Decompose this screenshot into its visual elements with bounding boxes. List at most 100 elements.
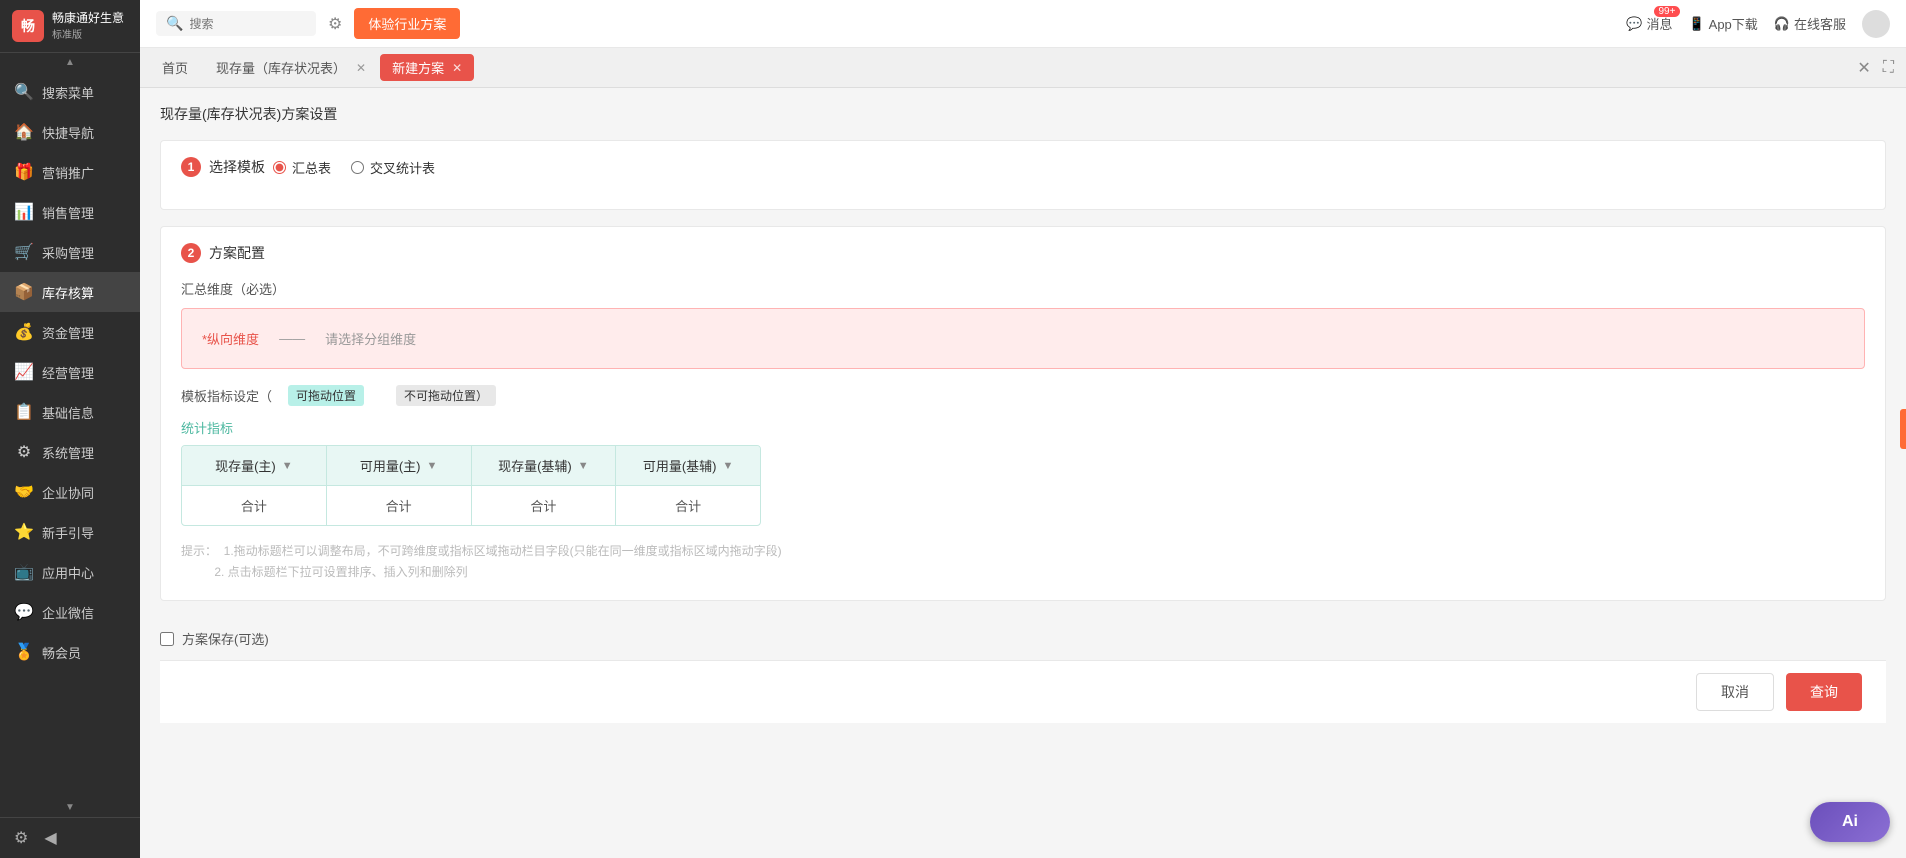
- headset-icon: 🎧: [1774, 16, 1790, 32]
- tab-inventory-status[interactable]: 现存量（库存状况表） ✕: [202, 50, 380, 85]
- sidebar-item-label: 搜索菜单: [42, 83, 94, 102]
- resize-handle[interactable]: [1900, 409, 1906, 449]
- radio-cross-label: 交叉统计表: [370, 158, 435, 177]
- section-template: 1 选择模板 汇总表 交叉统计表: [160, 140, 1886, 210]
- topbar-right: 💬 消息 99+ 📱 App下载 🎧 在线客服: [1626, 10, 1890, 38]
- sidebar-item-label: 企业协同: [42, 483, 94, 502]
- topbar-message-button[interactable]: 💬 消息 99+: [1626, 14, 1672, 33]
- gift-icon: 🎁: [14, 162, 34, 182]
- stats-col-3[interactable]: 可用量(基辅) ▼: [616, 446, 760, 485]
- section-config: 2 方案配置 汇总维度（必选） *纵向维度 —— 请选择分组维度 模板指标设定（…: [160, 226, 1886, 601]
- save-label: 方案保存(可选): [182, 629, 269, 648]
- industry-plan-button[interactable]: 体验行业方案: [354, 8, 460, 39]
- window-close-button[interactable]: ✕: [1853, 54, 1874, 82]
- collapse-icon[interactable]: ◀: [44, 828, 56, 848]
- money-icon: 💰: [14, 322, 34, 342]
- page-title: 现存量(库存状况表)方案设置: [160, 104, 1886, 124]
- tab-new-plan-label: 新建方案: [392, 58, 444, 77]
- bottom-bar: 取消 查询: [160, 660, 1886, 723]
- sidebar-item-label: 库存核算: [42, 283, 94, 302]
- dimension-required-label: *纵向维度: [202, 329, 259, 348]
- radio-cross-input[interactable]: [351, 161, 364, 174]
- section1-title: 选择模板: [209, 157, 265, 177]
- topbar-app-download-button[interactable]: 📱 App下载: [1688, 14, 1757, 33]
- gear-icon: ⚙: [14, 442, 34, 462]
- query-button[interactable]: 查询: [1786, 673, 1862, 711]
- sidebar-item-guide[interactable]: ⭐ 新手引导: [0, 512, 140, 552]
- tab-home[interactable]: 首页: [148, 50, 202, 85]
- tab-home-label: 首页: [162, 58, 188, 77]
- chart-icon: 📊: [14, 202, 34, 222]
- radio-cross[interactable]: 交叉统计表: [351, 158, 435, 177]
- chevron-down-icon-3: ▼: [723, 460, 734, 472]
- message-badge: 99+: [1654, 6, 1681, 17]
- sidebar-item-business[interactable]: 📈 经营管理: [0, 352, 140, 392]
- box-icon: 📦: [14, 282, 34, 302]
- stats-cell-0-1: 合计: [327, 486, 472, 525]
- window-expand-button[interactable]: ⛶: [1879, 55, 1898, 81]
- sidebar-item-inventory[interactable]: 📦 库存核算: [0, 272, 140, 312]
- radio-summary-input[interactable]: [273, 161, 286, 174]
- tip-text: 提示： 1.拖动标题栏可以调整布局，不可跨维度或指标区域拖动栏目字段(只能在同一…: [181, 542, 1865, 559]
- settings-icon[interactable]: ⚙: [14, 828, 28, 848]
- sidebar-item-basic[interactable]: 📋 基础信息: [0, 392, 140, 432]
- sidebar-bottom: ⚙ ◀: [0, 817, 140, 858]
- chevron-down-icon-0: ▼: [282, 460, 293, 472]
- ai-label: Ai: [1842, 813, 1858, 831]
- tab-new-plan-close-icon[interactable]: ✕: [452, 61, 462, 75]
- radio-summary[interactable]: 汇总表: [273, 158, 331, 177]
- topbar-service-label: 在线客服: [1794, 14, 1846, 33]
- dimension-placeholder[interactable]: 请选择分组维度: [325, 329, 416, 348]
- section2-title: 方案配置: [209, 243, 265, 263]
- topbar-search-container: 🔍: [156, 11, 316, 36]
- tv-icon: 📺: [14, 562, 34, 582]
- save-checkbox[interactable]: [160, 632, 174, 646]
- topbar: 🔍 ⚙ 体验行业方案 💬 消息 99+ 📱 App下载 🎧 在线客服: [140, 0, 1906, 48]
- sidebar-item-sales[interactable]: 📊 销售管理: [0, 192, 140, 232]
- stats-col-1-label: 可用量(主): [360, 456, 421, 475]
- dimension-label: 汇总维度（必选）: [181, 279, 1865, 298]
- section1-header: 1 选择模板 汇总表 交叉统计表: [181, 157, 1865, 177]
- indicator-settings-label: 模板指标设定（: [181, 386, 272, 405]
- indicator-movable-tag: 可拖动位置: [288, 385, 364, 406]
- sidebar-item-nav[interactable]: 🏠 快捷导航: [0, 112, 140, 152]
- ai-bubble-button[interactable]: Ai: [1810, 802, 1890, 842]
- stats-col-0[interactable]: 现存量(主) ▼: [182, 446, 327, 485]
- sidebar-item-label: 基础信息: [42, 403, 94, 422]
- stats-col-1[interactable]: 可用量(主) ▼: [327, 446, 472, 485]
- sidebar-scroll-up[interactable]: ▲: [0, 53, 140, 72]
- section1-num: 1: [181, 157, 201, 177]
- tab-inventory-close-icon[interactable]: ✕: [356, 61, 366, 75]
- sidebar-item-label: 采购管理: [42, 243, 94, 262]
- sidebar-item-label: 应用中心: [42, 563, 94, 582]
- stats-cell-0-2: 合计: [472, 486, 617, 525]
- topbar-app-label: App下载: [1709, 14, 1758, 33]
- sidebar-item-vip[interactable]: 🏅 畅会员: [0, 632, 140, 672]
- sidebar-item-marketing[interactable]: 🎁 营销推广: [0, 152, 140, 192]
- message-icon: 💬: [1626, 16, 1642, 32]
- search-icon: 🔍: [14, 82, 34, 102]
- settings-gear-icon[interactable]: ⚙: [328, 14, 342, 34]
- user-avatar[interactable]: [1862, 10, 1890, 38]
- sidebar-item-finance[interactable]: 💰 资金管理: [0, 312, 140, 352]
- clipboard-icon: 📋: [14, 402, 34, 422]
- home-icon: 🏠: [14, 122, 34, 142]
- stats-col-2[interactable]: 现存量(基辅) ▼: [472, 446, 617, 485]
- tab-new-plan[interactable]: 新建方案 ✕: [380, 54, 474, 81]
- save-row: 方案保存(可选): [160, 617, 1886, 660]
- logo-icon: 畅: [12, 10, 44, 42]
- sidebar-nav: 🔍 搜索菜单 🏠 快捷导航 🎁 营销推广 📊 销售管理 🛒 采购管理 📦 库存核…: [0, 72, 140, 798]
- sidebar-item-wechat[interactable]: 💬 企业微信: [0, 592, 140, 632]
- search-input[interactable]: [189, 17, 289, 31]
- topbar-service-button[interactable]: 🎧 在线客服: [1774, 14, 1846, 33]
- sidebar-item-system[interactable]: ⚙ 系统管理: [0, 432, 140, 472]
- sidebar-item-label: 经营管理: [42, 363, 94, 382]
- sidebar-item-enterprise[interactable]: 🤝 企业协同: [0, 472, 140, 512]
- logo-app-name: 畅康通好生意: [52, 11, 124, 27]
- sidebar-item-purchase[interactable]: 🛒 采购管理: [0, 232, 140, 272]
- chat-icon: 💬: [14, 602, 34, 622]
- sidebar-item-appstore[interactable]: 📺 应用中心: [0, 552, 140, 592]
- cancel-button[interactable]: 取消: [1696, 673, 1774, 711]
- sidebar-item-search[interactable]: 🔍 搜索菜单: [0, 72, 140, 112]
- sidebar-scroll-down[interactable]: ▼: [0, 798, 140, 817]
